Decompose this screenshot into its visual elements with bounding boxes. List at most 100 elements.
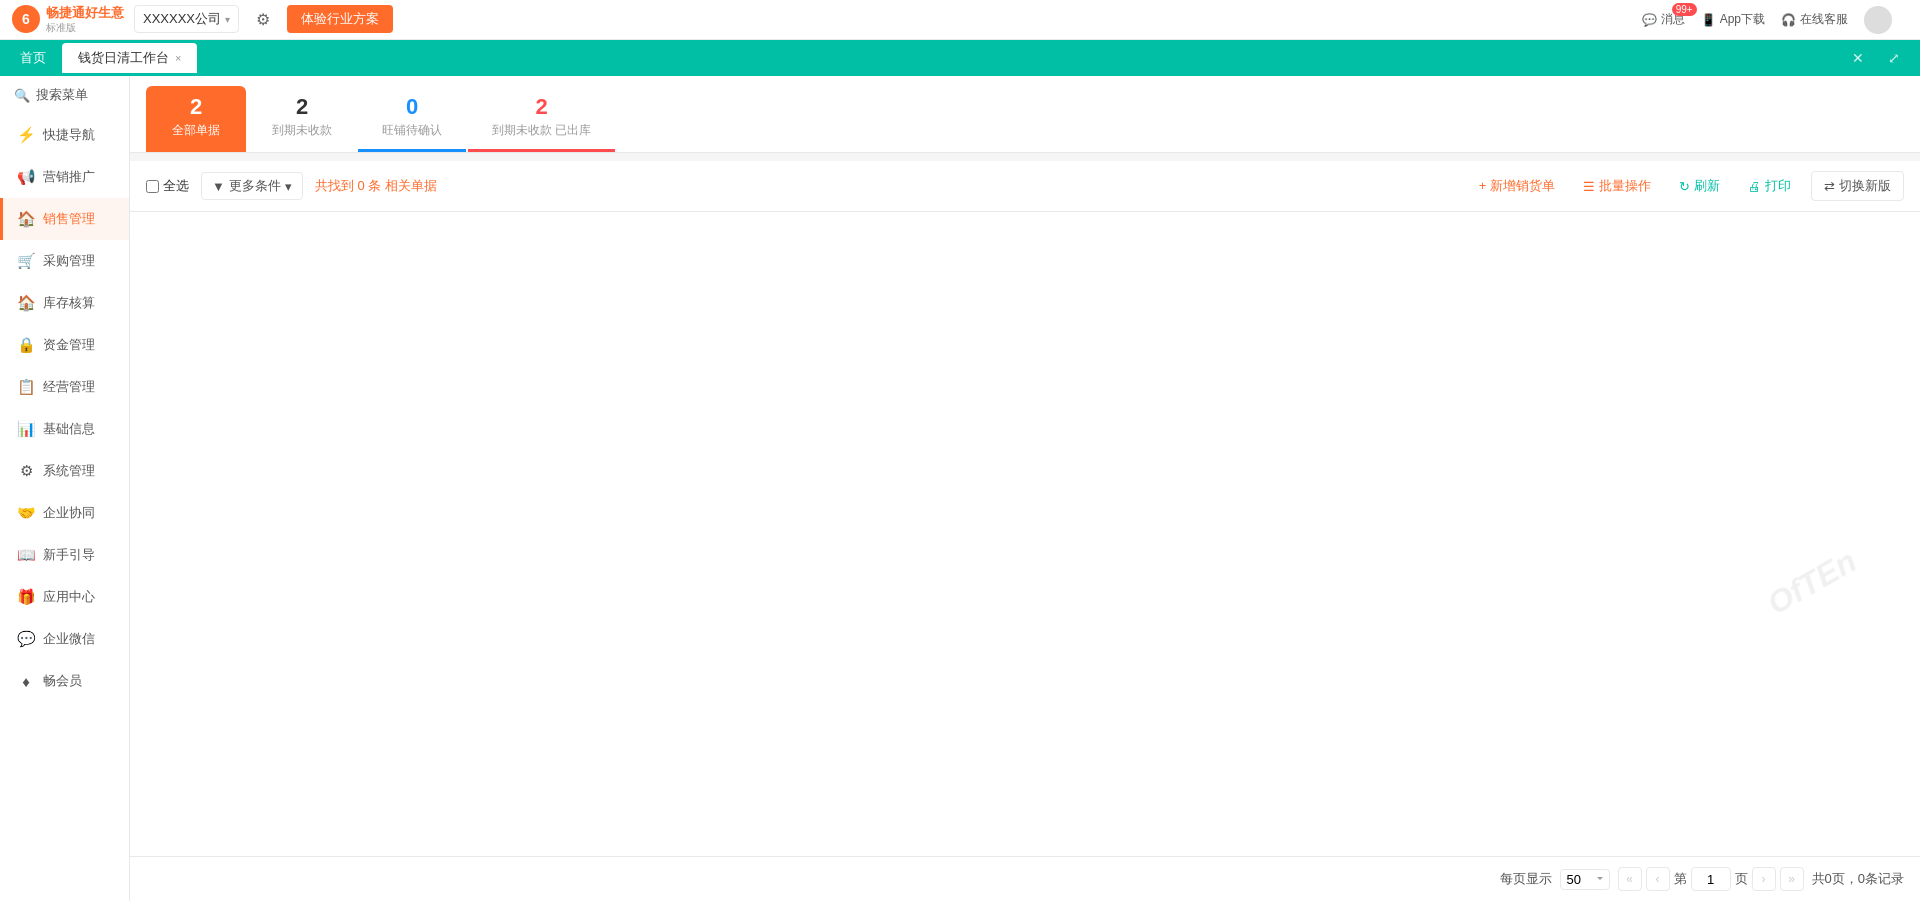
first-page-button[interactable]: «: [1618, 867, 1642, 891]
sidebar-guide-label: 新手引导: [43, 546, 95, 564]
prev-page-button[interactable]: ‹: [1646, 867, 1670, 891]
found-unit: 条: [368, 178, 381, 193]
sidebar-operations-label: 经营管理: [43, 378, 95, 396]
select-all-input[interactable]: [146, 180, 159, 193]
member-icon: ♦: [17, 673, 35, 690]
app-center-icon: 🎁: [17, 588, 35, 606]
online-service-button[interactable]: 🎧 在线客服: [1781, 11, 1848, 28]
sidebar-item-purchase[interactable]: 🛒 采购管理: [0, 240, 129, 282]
sidebar-item-sales[interactable]: 🏠 销售管理: [0, 198, 129, 240]
stats-tab-pending-count: 0: [406, 94, 418, 120]
tab-active[interactable]: 钱货日清工作台 ×: [62, 43, 197, 73]
search-icon: 🔍: [14, 88, 30, 103]
logo-main: 畅捷通好生意: [46, 5, 124, 22]
logo-area: 6 畅捷通好生意 标准版: [12, 5, 124, 35]
sidebar-item-inventory[interactable]: 🏠 库存核算: [0, 282, 129, 324]
page-label: 第: [1674, 870, 1687, 888]
page-nav: « ‹ 第 页 › »: [1618, 867, 1804, 891]
sidebar-item-app-center[interactable]: 🎁 应用中心: [0, 576, 129, 618]
next-page-button[interactable]: ›: [1752, 867, 1776, 891]
header-right: 💬 消息 99+ 📱 App下载 🎧 在线客服: [1642, 6, 1908, 34]
avatar[interactable]: [1864, 6, 1892, 34]
experience-button[interactable]: 体验行业方案: [287, 5, 393, 33]
refresh-icon: ↻: [1679, 179, 1690, 194]
sidebar-marketing-label: 营销推广: [43, 168, 95, 186]
top-header: 6 畅捷通好生意 标准版 XXXXXX公司 ▾ ⚙ 体验行业方案 💬 消息 99…: [0, 0, 1920, 40]
batch-icon: ☰: [1583, 179, 1595, 194]
batch-operation-button[interactable]: ☰ 批量操作: [1575, 173, 1659, 199]
select-all-label: 全选: [163, 177, 189, 195]
basic-info-icon: 📊: [17, 420, 35, 438]
online-service-label: 在线客服: [1800, 11, 1848, 28]
close-icon[interactable]: ×: [175, 52, 181, 64]
sidebar-item-operations[interactable]: 📋 经营管理: [0, 366, 129, 408]
select-all-checkbox[interactable]: 全选: [146, 177, 189, 195]
stats-tab-all-count: 2: [190, 94, 202, 120]
stats-tab-overdue[interactable]: 2 到期未收款: [248, 86, 356, 152]
sidebar-search-label: 搜索菜单: [36, 86, 88, 104]
app-download-button[interactable]: 📱 App下载: [1701, 11, 1765, 28]
nav-tabs: 首页 钱货日清工作台 × ✕ ⤢: [0, 40, 1920, 76]
tab-maximize-button[interactable]: ⤢: [1880, 44, 1908, 72]
sidebar-search[interactable]: 🔍 搜索菜单: [0, 76, 129, 114]
message-badge: 99+: [1672, 3, 1697, 16]
filter-label: 更多条件: [229, 177, 281, 195]
sidebar-item-quick-nav[interactable]: ⚡ 快捷导航: [0, 114, 129, 156]
main-layout: 🔍 搜索菜单 ⚡ 快捷导航 📢 营销推广 🏠 销售管理 🛒 采购管理 🏠 库存核…: [0, 76, 1920, 901]
sidebar-item-wechat[interactable]: 💬 企业微信: [0, 618, 129, 660]
stats-tab-shipped-label: 到期未收款 已出库: [492, 122, 591, 139]
sales-icon: 🏠: [17, 210, 35, 228]
message-button[interactable]: 💬 消息 99+: [1642, 11, 1685, 28]
settings-button[interactable]: ⚙: [249, 5, 277, 33]
print-icon: 🖨: [1748, 179, 1761, 194]
page-input[interactable]: [1691, 867, 1731, 891]
company-selector[interactable]: XXXXXX公司 ▾: [134, 5, 239, 33]
gear-icon: ⚙: [256, 10, 270, 29]
tab-home[interactable]: 首页: [4, 43, 62, 73]
switch-version-button[interactable]: ⇄ 切换新版: [1811, 171, 1904, 201]
sidebar-item-system[interactable]: ⚙ 系统管理: [0, 450, 129, 492]
header-left: 6 畅捷通好生意 标准版 XXXXXX公司 ▾ ⚙ 体验行业方案: [12, 5, 393, 35]
sidebar-item-member[interactable]: ♦ 畅会员: [0, 660, 129, 702]
page-suffix: 页: [1735, 870, 1748, 888]
stats-tab-all[interactable]: 2 全部单据: [146, 86, 246, 152]
sidebar-basic-info-label: 基础信息: [43, 420, 95, 438]
sidebar-cooperation-label: 企业协同: [43, 504, 95, 522]
print-label: 打印: [1765, 177, 1791, 195]
found-count: 0: [358, 178, 365, 193]
sidebar-item-marketing[interactable]: 📢 营销推广: [0, 156, 129, 198]
sidebar-item-finance[interactable]: 🔒 资金管理: [0, 324, 129, 366]
refresh-button[interactable]: ↻ 刷新: [1671, 173, 1728, 199]
add-order-label: + 新增销货单: [1479, 177, 1555, 195]
refresh-label: 刷新: [1694, 177, 1720, 195]
sidebar-purchase-label: 采购管理: [43, 252, 95, 270]
print-button[interactable]: 🖨 打印: [1740, 173, 1799, 199]
purchase-icon: 🛒: [17, 252, 35, 270]
stats-tabs: 2 全部单据 2 到期未收款 0 旺铺待确认 2 到期未收款 已出库: [130, 76, 1920, 153]
last-page-button[interactable]: »: [1780, 867, 1804, 891]
tab-minimize-button[interactable]: ✕: [1844, 44, 1872, 72]
page-size-select[interactable]: 50 100 200: [1560, 869, 1610, 890]
switch-label: 切换新版: [1839, 177, 1891, 195]
sidebar-item-cooperation[interactable]: 🤝 企业协同: [0, 492, 129, 534]
logo-icon: 6: [12, 5, 40, 33]
stats-tab-shipped[interactable]: 2 到期未收款 已出库: [468, 86, 615, 152]
filter-button[interactable]: ▼ 更多条件 ▾: [201, 172, 303, 200]
minimize-icon: ✕: [1852, 50, 1864, 66]
sidebar-inventory-label: 库存核算: [43, 294, 95, 312]
stats-tab-pending-label: 旺铺待确认: [382, 122, 442, 139]
stats-tab-pending[interactable]: 0 旺铺待确认: [358, 86, 466, 152]
guide-icon: 📖: [17, 546, 35, 564]
sidebar-quick-nav-label: 快捷导航: [43, 126, 95, 144]
add-order-button[interactable]: + 新增销货单: [1471, 173, 1563, 199]
nav-tabs-right: ✕ ⤢: [1844, 44, 1916, 72]
sidebar-item-guide[interactable]: 📖 新手引导: [0, 534, 129, 576]
sidebar-item-basic-info[interactable]: 📊 基础信息: [0, 408, 129, 450]
download-icon: 📱: [1701, 13, 1716, 27]
found-suffix: 相关单据: [385, 178, 437, 193]
stats-tab-overdue-label: 到期未收款: [272, 122, 332, 139]
quick-nav-icon: ⚡: [17, 126, 35, 144]
logo-sub: 标准版: [46, 21, 124, 34]
marketing-icon: 📢: [17, 168, 35, 186]
system-icon: ⚙: [17, 462, 35, 480]
